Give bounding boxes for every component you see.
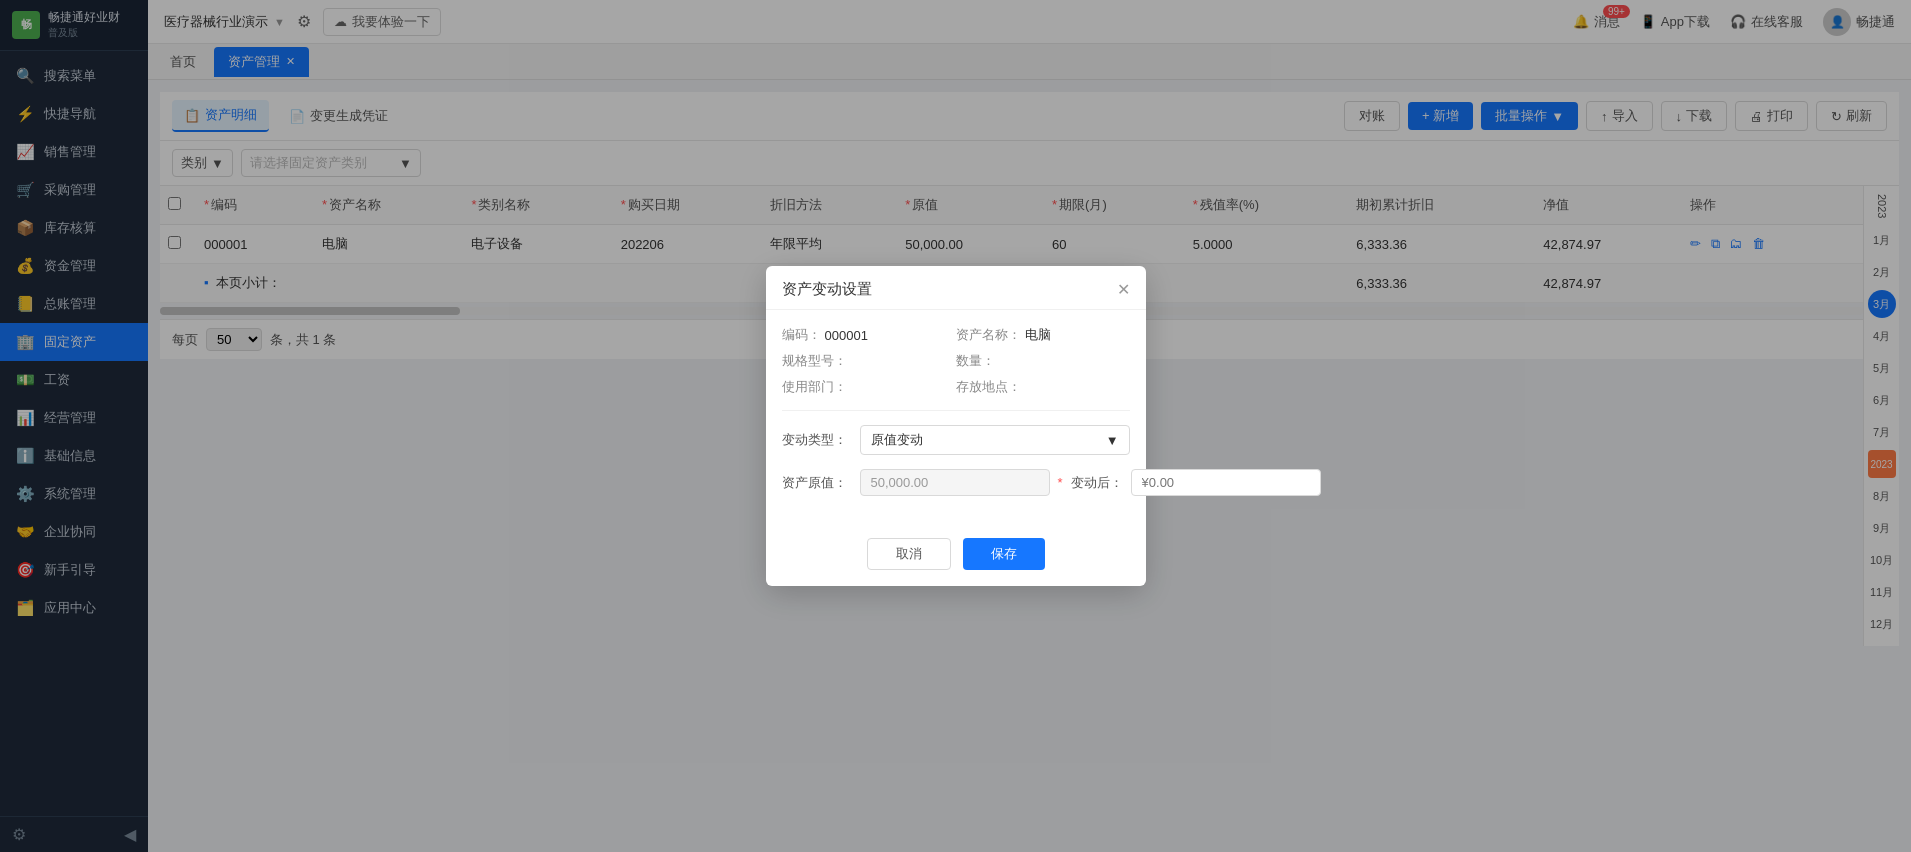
change-type-label: 变动类型： [782,431,852,449]
original-value-field: 资产原值： * 变动后： [782,469,1130,496]
save-button[interactable]: 保存 [963,538,1045,570]
original-value-input [860,469,1050,496]
modal-close-button[interactable]: ✕ [1117,280,1130,299]
modal-body: 编码： 000001 资产名称： 电脑 规格型号： 数量： 使用部门： [766,310,1146,526]
change-type-field: 变动类型： 原值变动 ▼ [782,425,1130,455]
modal-title: 资产变动设置 [782,280,872,299]
change-type-chevron-icon: ▼ [1106,433,1119,448]
original-value-label: 资产原值： [782,474,852,492]
modal-overlay: 资产变动设置 ✕ 编码： 000001 资产名称： 电脑 规格型号： 数量： [0,0,1911,852]
modal-header: 资产变动设置 ✕ [766,266,1146,310]
asset-change-modal: 资产变动设置 ✕ 编码： 000001 资产名称： 电脑 规格型号： 数量： [766,266,1146,586]
after-value-input[interactable] [1131,469,1321,496]
modal-footer: 取消 保存 [766,526,1146,586]
change-type-select[interactable]: 原值变动 ▼ [860,425,1130,455]
cancel-button[interactable]: 取消 [867,538,951,570]
modal-info-grid: 编码： 000001 资产名称： 电脑 规格型号： 数量： 使用部门： [782,326,1130,396]
